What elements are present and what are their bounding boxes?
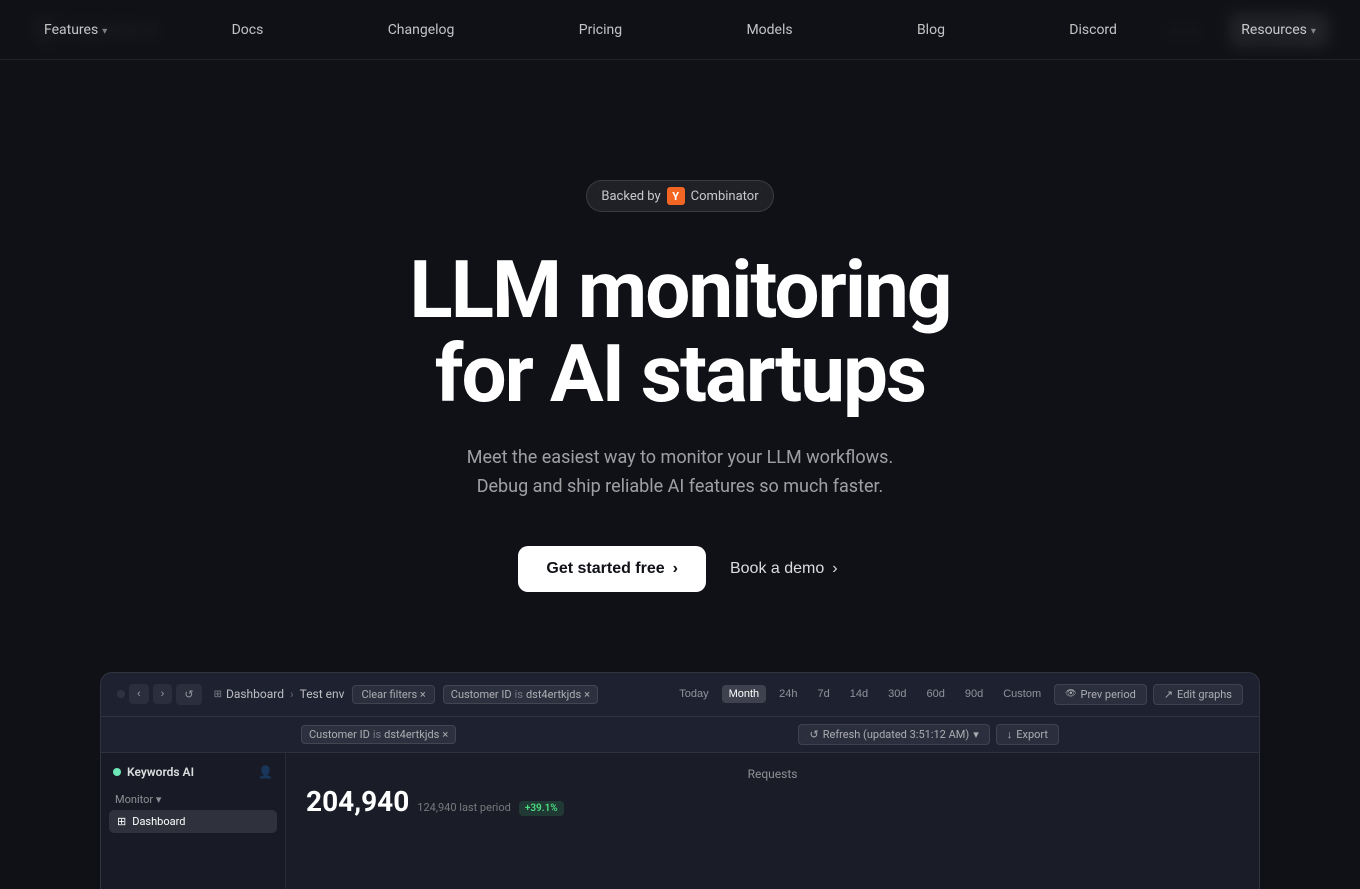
sidebar-monitor-item[interactable]: Monitor ▾ (109, 789, 277, 810)
topbar-left: ‹ › ↺ ⊞ Dashboard › Test env Clear filte… (117, 684, 598, 705)
time-90d-button[interactable]: 90d (958, 685, 990, 703)
second-filter-tag: Customer ID is dst4ertkjds × (301, 725, 456, 744)
time-7d-button[interactable]: 7d (811, 685, 837, 703)
hero-title: LLM monitoring for AI startups (409, 248, 950, 416)
nav-blog[interactable]: Blog (905, 16, 957, 44)
nav-models[interactable]: Models (734, 16, 804, 44)
prev-period-button[interactable]: 👁 Prev period (1054, 684, 1147, 705)
nav-changelog[interactable]: Changelog (376, 16, 467, 44)
filter-remove-button[interactable]: × (584, 688, 590, 701)
filter-key: Customer ID (451, 688, 512, 701)
time-30d-button[interactable]: 30d (881, 685, 913, 703)
book-demo-arrow-icon: › (832, 560, 837, 578)
edit-graphs-button[interactable]: ↗ Edit graphs (1153, 684, 1243, 705)
hero-section: Backed by Y Combinator LLM monitoring fo… (0, 0, 1360, 889)
time-today-button[interactable]: Today (672, 685, 715, 703)
filter-val: dst4ertkjds (526, 688, 581, 701)
dashboard-body: Keywords AI 👤 Monitor ▾ ⊞ Dashboard Requ… (101, 753, 1259, 889)
edit-icon: ↗ (1164, 688, 1173, 701)
time-24h-button[interactable]: 24h (772, 685, 804, 703)
dashboard-main: Requests 204,940 124,940 last period +39… (286, 753, 1259, 889)
resources-chevron-icon (1311, 22, 1316, 38)
requests-value: 204,940 (306, 785, 409, 818)
dashboard-topbar: ‹ › ↺ ⊞ Dashboard › Test env Clear filte… (101, 673, 1259, 717)
eye-icon: 👁 (1065, 689, 1076, 699)
hero-subtitle: Meet the easiest way to monitor your LLM… (467, 444, 893, 502)
refresh-nav-button[interactable]: ↺ (176, 684, 201, 705)
sidebar-logo: Keywords AI (113, 765, 194, 779)
navbar: Keywords AI Features Docs Changelog Pric… (0, 0, 1360, 60)
second-filter-remove[interactable]: × (442, 728, 448, 741)
requests-metric: 204,940 124,940 last period +39.1% (306, 785, 1239, 818)
refresh-button[interactable]: ↺ Refresh (updated 3:51:12 AM) ▾ (798, 724, 989, 745)
clear-filters-button[interactable]: Clear filters × (352, 685, 434, 704)
filter-tag: Customer ID is dst4ertkjds × (443, 685, 598, 704)
forward-button[interactable]: › (153, 684, 173, 704)
breadcrumb-sep: › (290, 687, 294, 701)
export-button[interactable]: ↓ Export (996, 724, 1059, 745)
breadcrumb: ⊞ Dashboard › Test env (214, 687, 345, 701)
hero-content: Backed by Y Combinator LLM monitoring fo… (0, 60, 1360, 889)
nav-discord[interactable]: Discord (1057, 16, 1129, 44)
nav-features[interactable]: Features (32, 16, 119, 44)
book-demo-button[interactable]: Book a demo › (726, 546, 842, 592)
nav-left: Keywords AI Features Docs Changelog Pric… (32, 16, 157, 44)
sidebar-dashboard-item[interactable]: ⊞ Dashboard (109, 810, 277, 833)
backed-badge: Backed by Y Combinator (586, 180, 773, 212)
dashboard-grid-icon: ⊞ (117, 815, 126, 828)
requests-prev: 124,940 last period (417, 801, 511, 814)
back-button[interactable]: ‹ (129, 684, 149, 704)
sidebar-user-icon[interactable]: 👤 (258, 765, 273, 779)
features-chevron-icon (102, 22, 107, 38)
yc-icon: Y (667, 187, 685, 205)
dashboard-sidebar: Keywords AI 👤 Monitor ▾ ⊞ Dashboard (101, 753, 286, 889)
nav-links: Features Docs Changelog Pricing Models B… (0, 0, 1360, 60)
requests-label: Requests (306, 767, 1239, 781)
export-icon: ↓ (1007, 728, 1013, 741)
refresh-chevron-icon: ▾ (973, 728, 979, 741)
time-60d-button[interactable]: 60d (919, 685, 951, 703)
sidebar-logo-row: Keywords AI 👤 (109, 765, 277, 789)
dashboard-preview: ‹ › ↺ ⊞ Dashboard › Test env Clear filte… (100, 672, 1260, 889)
nav-pricing[interactable]: Pricing (567, 16, 634, 44)
topbar-right: Today Month 24h 7d 14d 30d 60d 90d Custo… (672, 684, 1243, 705)
nav-docs[interactable]: Docs (220, 16, 276, 44)
time-14d-button[interactable]: 14d (843, 685, 875, 703)
refresh-icon: ↺ (809, 728, 818, 741)
online-indicator (113, 768, 121, 776)
time-month-button[interactable]: Month (722, 685, 767, 703)
get-started-button[interactable]: Get started free › (518, 546, 706, 592)
requests-badge: +39.1% (519, 801, 564, 816)
nav-resources[interactable]: Resources (1229, 16, 1328, 44)
time-custom-button[interactable]: Custom (996, 685, 1048, 703)
get-started-arrow-icon: › (673, 560, 678, 578)
hero-cta: Get started free › Book a demo › (518, 546, 841, 592)
